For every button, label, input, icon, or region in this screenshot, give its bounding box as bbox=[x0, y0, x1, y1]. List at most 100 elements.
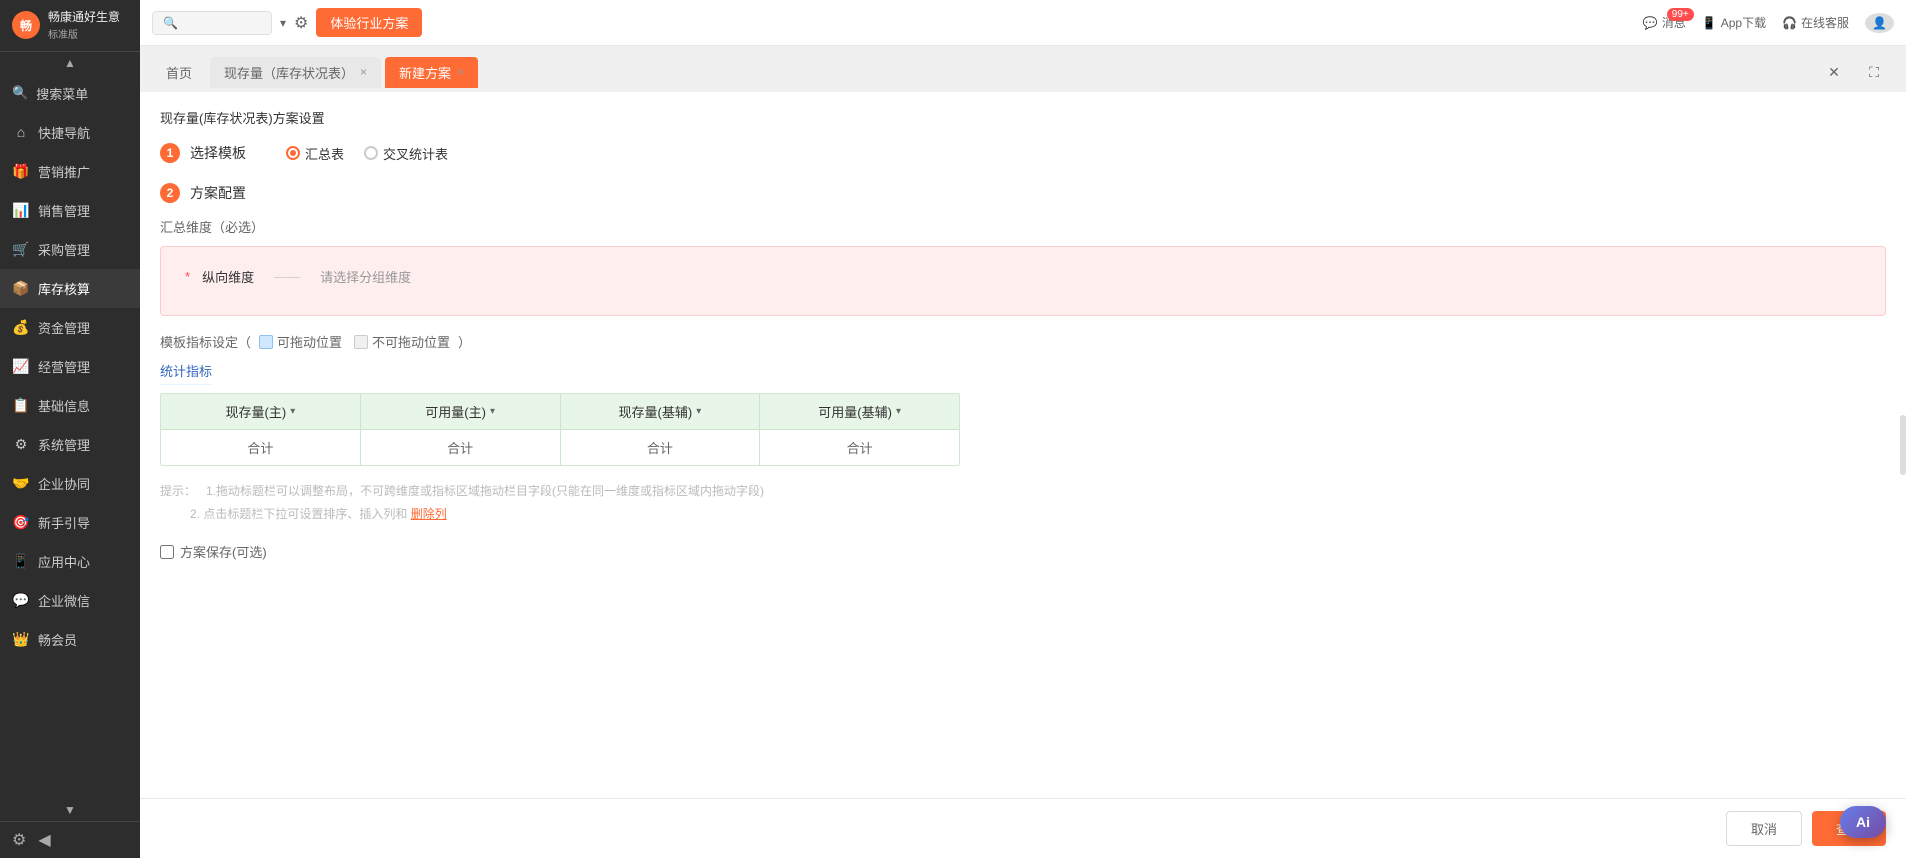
sidebar-item-label: 经营管理 bbox=[38, 357, 90, 376]
dimension-placeholder: 请选择分组维度 bbox=[320, 267, 411, 286]
tab-inventory[interactable]: 现存量（库存状况表） × bbox=[210, 57, 381, 88]
indicator-settings-label: 模板指标设定（ 可拖动位置 不可拖动位置 ） bbox=[160, 332, 1886, 351]
topbar-app-download[interactable]: 📱 App下载 bbox=[1702, 14, 1766, 31]
chart-icon: 📊 bbox=[12, 201, 30, 219]
sidebar-scroll-up-button[interactable]: ▲ bbox=[0, 52, 140, 74]
dimension-label: 汇总维度（必选） bbox=[160, 217, 1886, 236]
topbar-message-button[interactable]: 💬 消息 99+ bbox=[1643, 14, 1686, 31]
tab-new-close[interactable]: × bbox=[457, 65, 464, 79]
sidebar-item-label: 企业协同 bbox=[38, 474, 90, 493]
col-label: 可用量(基辅) bbox=[818, 402, 892, 421]
sidebar-nav: ⌂ 快捷导航 🎁 营销推广 📊 销售管理 🛒 采购管理 📦 库存核算 💰 资金管… bbox=[0, 113, 140, 799]
sidebar-item-operations[interactable]: 📈 经营管理 bbox=[0, 347, 140, 386]
mobile-icon: 📱 bbox=[1702, 16, 1717, 30]
sidebar-item-basic-info[interactable]: 📋 基础信息 bbox=[0, 386, 140, 425]
chevron-down-icon: ▾ bbox=[490, 406, 495, 417]
col-label: 可用量(主) bbox=[425, 402, 486, 421]
sidebar-item-inventory[interactable]: 📦 库存核算 bbox=[0, 269, 140, 308]
sidebar-search-label: 搜索菜单 bbox=[36, 84, 88, 103]
sidebar-logo: 畅 畅康通好生意 标准版 bbox=[0, 0, 140, 52]
search-icon: 🔍 bbox=[12, 85, 28, 101]
app-logo-icon: 畅 bbox=[12, 11, 40, 39]
sidebar-item-sales[interactable]: 📊 销售管理 bbox=[0, 191, 140, 230]
target-icon: 🎯 bbox=[12, 513, 30, 531]
chevron-down-icon: ▾ bbox=[696, 406, 701, 417]
window-controls: ✕ ⛶ bbox=[1814, 52, 1894, 92]
tip2: 2. 点击标题栏下拉可设置排序、插入列和 删除列 bbox=[160, 505, 1886, 522]
sidebar-item-marketing[interactable]: 🎁 营销推广 bbox=[0, 152, 140, 191]
dimension-row: * 纵向维度 —— 请选择分组维度 bbox=[185, 267, 1861, 286]
section1-title: 选择模板 bbox=[190, 143, 246, 163]
stats-col-available-aux[interactable]: 可用量(基辅) ▾ bbox=[760, 394, 959, 429]
tips-section: 提示： 1.拖动标题栏可以调整布局，不可跨维度或指标区域拖动栏目字段(只能在同一… bbox=[160, 482, 1886, 522]
app-edition: 标准版 bbox=[48, 26, 120, 41]
sidebar-item-label: 库存核算 bbox=[38, 279, 90, 298]
stats-section: 统计指标 现存量(主) ▾ 可用量(主) ▾ bbox=[160, 361, 1886, 466]
template-option-summary[interactable]: 汇总表 bbox=[286, 144, 344, 163]
topbar-trial-button[interactable]: 体验行业方案 bbox=[316, 8, 422, 37]
crown-icon: 👑 bbox=[12, 630, 30, 648]
sidebar-search[interactable]: 🔍 搜索菜单 bbox=[0, 74, 140, 113]
stats-col-current-main[interactable]: 现存量(主) ▾ bbox=[161, 394, 361, 429]
stats-table-row: 合计 合计 合计 合计 bbox=[161, 429, 959, 465]
cancel-button[interactable]: 取消 bbox=[1726, 811, 1802, 846]
stats-cell-sum3: 合计 bbox=[561, 430, 761, 465]
money-icon: 💰 bbox=[12, 318, 30, 336]
tip2-link[interactable]: 删除列 bbox=[411, 507, 447, 521]
main-area: 🔍 ▾ ⚙ 体验行业方案 💬 消息 99+ 📱 App下载 🎧 在线客服 👤 bbox=[140, 0, 1906, 858]
template-option-cross[interactable]: 交叉统计表 bbox=[364, 144, 448, 163]
sidebar-item-label: 系统管理 bbox=[38, 435, 90, 454]
topbar-user-menu[interactable]: 👤 bbox=[1865, 16, 1894, 30]
sidebar-item-label: 快捷导航 bbox=[38, 123, 90, 142]
ai-fab-label: Ai bbox=[1856, 814, 1870, 830]
sidebar-item-finance[interactable]: 💰 资金管理 bbox=[0, 308, 140, 347]
sidebar-item-system[interactable]: ⚙ 系统管理 bbox=[0, 425, 140, 464]
message-badge: 99+ bbox=[1667, 8, 1694, 21]
sidebar-item-enterprise[interactable]: 🤝 企业协同 bbox=[0, 464, 140, 503]
tab-home[interactable]: 首页 bbox=[152, 57, 206, 88]
sidebar-scroll-down-button[interactable]: ▼ bbox=[0, 799, 140, 821]
wechat-icon: 💬 bbox=[12, 591, 30, 609]
stats-col-available-main[interactable]: 可用量(主) ▾ bbox=[361, 394, 561, 429]
stats-col-current-aux[interactable]: 现存量(基辅) ▾ bbox=[561, 394, 761, 429]
dimension-box[interactable]: * 纵向维度 —— 请选择分组维度 bbox=[160, 246, 1886, 316]
topbar-left: 🔍 ▾ ⚙ 体验行业方案 bbox=[152, 8, 1635, 37]
topbar-search-box[interactable]: 🔍 bbox=[152, 11, 272, 35]
topbar-online-service[interactable]: 🎧 在线客服 bbox=[1782, 14, 1849, 31]
dimension-name: 纵向维度 bbox=[202, 267, 254, 286]
stats-cell-sum1: 合计 bbox=[161, 430, 361, 465]
tab-new-plan[interactable]: 新建方案 × bbox=[385, 57, 478, 88]
save-option-label: 方案保存(可选) bbox=[180, 542, 267, 561]
stats-section-title: 统计指标 bbox=[160, 361, 212, 385]
right-scrollbar[interactable] bbox=[1900, 415, 1906, 475]
save-checkbox[interactable] bbox=[160, 545, 174, 559]
sidebar-item-label: 资金管理 bbox=[38, 318, 90, 337]
window-close-button[interactable]: ✕ bbox=[1814, 52, 1854, 92]
sidebar-item-guide[interactable]: 🎯 新手引导 bbox=[0, 503, 140, 542]
message-icon: 💬 bbox=[1643, 16, 1658, 30]
stats-table-header: 现存量(主) ▾ 可用量(主) ▾ 现存量(基辅) ▾ bbox=[161, 394, 959, 429]
sidebar-item-purchase[interactable]: 🛒 采购管理 bbox=[0, 230, 140, 269]
content-wrapper: 现存量(库存状况表)方案设置 1 选择模板 汇总表 交叉统计表 bbox=[140, 92, 1906, 858]
topbar-dropdown-button[interactable]: ▾ bbox=[280, 16, 286, 30]
sidebar-item-wechat[interactable]: 💬 企业微信 bbox=[0, 581, 140, 620]
window-maximize-button[interactable]: ⛶ bbox=[1854, 52, 1894, 92]
sidebar-item-app-center[interactable]: 📱 应用中心 bbox=[0, 542, 140, 581]
sidebar: 畅 畅康通好生意 标准版 ▲ 🔍 搜索菜单 ⌂ 快捷导航 🎁 营销推广 📊 销售… bbox=[0, 0, 140, 858]
chevron-down-icon: ▾ bbox=[290, 406, 295, 417]
sidebar-item-label: 销售管理 bbox=[38, 201, 90, 220]
sidebar-toggle-button[interactable]: ◀ bbox=[38, 830, 50, 850]
sidebar-item-label: 应用中心 bbox=[38, 552, 90, 571]
radio-summary-indicator bbox=[286, 146, 300, 160]
ai-fab-button[interactable]: Ai bbox=[1840, 806, 1886, 838]
trending-icon: 📈 bbox=[12, 357, 30, 375]
dimension-required-mark: * bbox=[185, 269, 190, 284]
sidebar-item-shortcuts[interactable]: ⌂ 快捷导航 bbox=[0, 113, 140, 152]
template-options: 汇总表 交叉统计表 bbox=[286, 144, 448, 163]
stats-cell-sum2: 合计 bbox=[361, 430, 561, 465]
sidebar-item-label: 企业微信 bbox=[38, 591, 90, 610]
tab-inventory-close[interactable]: × bbox=[360, 65, 367, 79]
sidebar-item-member[interactable]: 👑 畅会员 bbox=[0, 620, 140, 659]
topbar-settings-button[interactable]: ⚙ bbox=[294, 13, 308, 33]
sidebar-settings-button[interactable]: ⚙ bbox=[12, 830, 26, 850]
